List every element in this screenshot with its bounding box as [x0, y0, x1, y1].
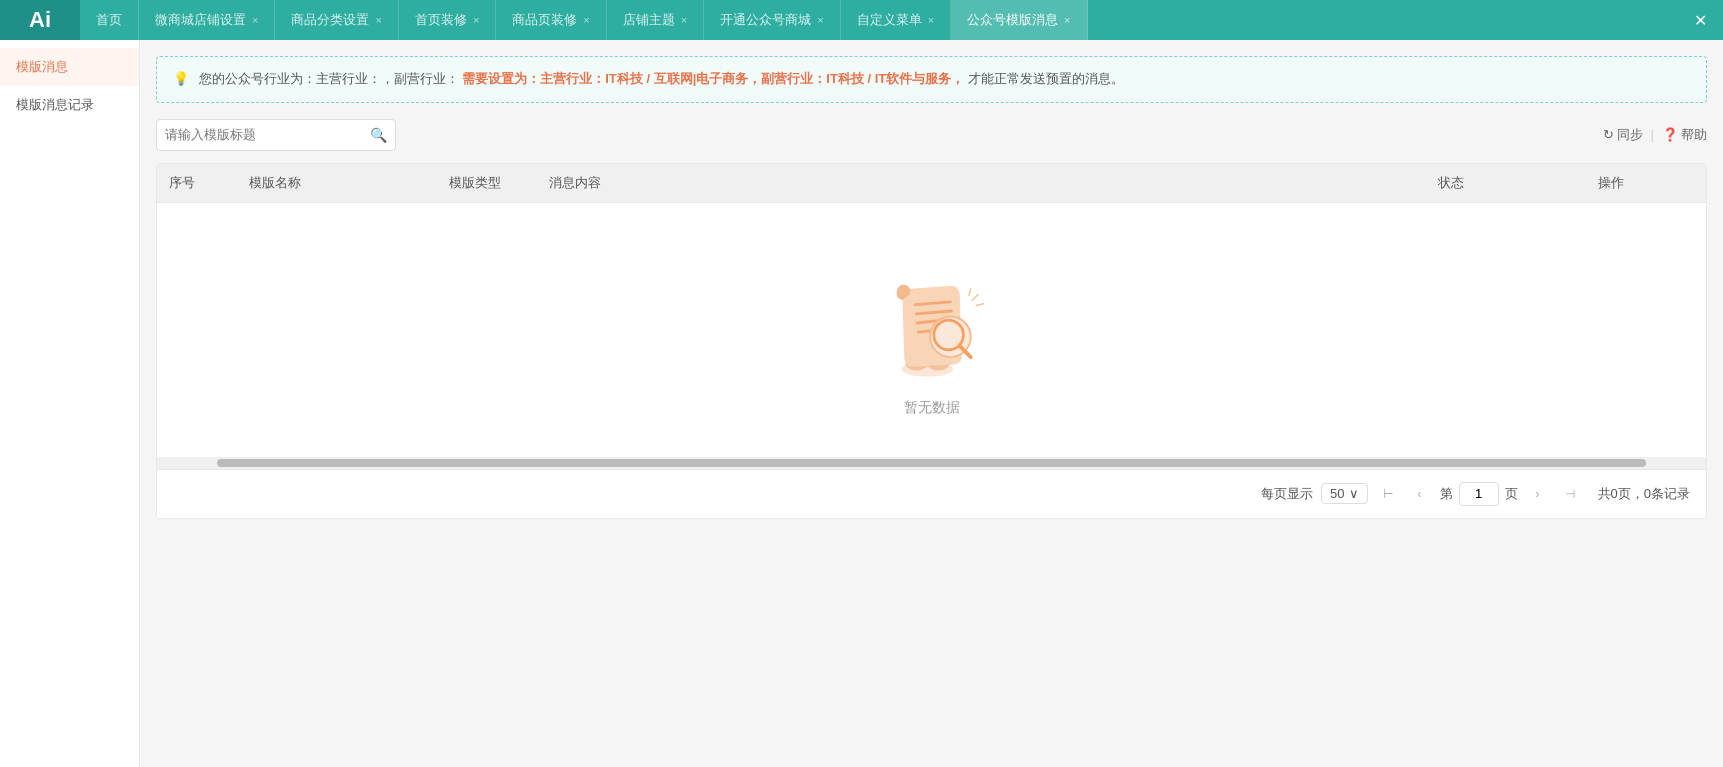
- per-page-value: 50: [1330, 486, 1344, 501]
- col-header-status: 状态: [1426, 164, 1586, 202]
- top-nav: Ai 首页微商城店铺设置×商品分类设置×首页装修×商品页装修×店铺主题×开通公众…: [0, 0, 1723, 40]
- search-icon[interactable]: 🔍: [370, 127, 387, 143]
- nav-tab-close-open-mall[interactable]: ×: [817, 14, 823, 26]
- col-header-name: 模版名称: [237, 164, 437, 202]
- help-button[interactable]: ❓ 帮助: [1662, 126, 1707, 144]
- svg-line-8: [972, 294, 978, 300]
- horizontal-scrollbar[interactable]: [157, 457, 1706, 469]
- pagination: 每页显示 50 ∨ ⊢ ‹ 第 页 › ⊣ 共0页，0条记录: [157, 469, 1706, 518]
- main-layout: 模版消息模版消息记录 💡 您的公众号行业为：主营行业：，副营行业： 需要设置为：…: [0, 40, 1723, 767]
- page-word: 第: [1440, 485, 1453, 503]
- toolbar-right: ↻ 同步 | ❓ 帮助: [1603, 126, 1707, 144]
- search-bar-row: 🔍 ↻ 同步 | ❓ 帮助: [156, 119, 1707, 151]
- nav-tab-close-template-msg[interactable]: ×: [1064, 14, 1070, 26]
- help-icon: ❓: [1662, 127, 1678, 142]
- data-table: 序号 模版名称 模版类型 消息内容 状态 操作: [156, 163, 1707, 519]
- sidebar: 模版消息模版消息记录: [0, 40, 140, 767]
- nav-tab-home-decoration[interactable]: 首页装修×: [399, 0, 496, 40]
- current-page-input[interactable]: [1459, 482, 1499, 506]
- toolbar-divider: |: [1651, 127, 1654, 142]
- help-label: 帮助: [1681, 126, 1707, 144]
- per-page-dropdown-icon: ∨: [1349, 486, 1359, 501]
- per-page-select[interactable]: 50 ∨: [1321, 483, 1367, 504]
- nav-tab-shop-settings[interactable]: 微商城店铺设置×: [139, 0, 275, 40]
- nav-tab-category-settings[interactable]: 商品分类设置×: [275, 0, 398, 40]
- sync-label: 同步: [1617, 126, 1643, 144]
- search-input[interactable]: [165, 127, 370, 142]
- empty-illustration: [872, 263, 992, 383]
- logo-text: Ai: [29, 7, 51, 33]
- nav-tab-product-decoration[interactable]: 商品页装修×: [496, 0, 606, 40]
- scrollbar-thumb[interactable]: [217, 459, 1646, 467]
- banner-prefix: 您的公众号行业为：主营行业：，副营行业：: [199, 71, 459, 86]
- col-header-content: 消息内容: [537, 164, 1426, 202]
- empty-state: 暂无数据: [157, 203, 1706, 457]
- col-header-action: 操作: [1586, 164, 1706, 202]
- nav-tab-home[interactable]: 首页: [80, 0, 139, 40]
- nav-tab-custom-menu[interactable]: 自定义菜单×: [841, 0, 951, 40]
- nav-tab-close-home-decoration[interactable]: ×: [473, 14, 479, 26]
- bulb-icon: 💡: [173, 71, 189, 86]
- nav-tab-open-mall[interactable]: 开通公众号商城×: [704, 0, 840, 40]
- first-page-button[interactable]: ⊢: [1376, 482, 1400, 506]
- search-input-wrap[interactable]: 🔍: [156, 119, 396, 151]
- page-unit: 页: [1505, 485, 1518, 503]
- global-close-button[interactable]: ✕: [1678, 11, 1723, 30]
- per-page-label: 每页显示: [1261, 485, 1313, 503]
- nav-tab-close-category-settings[interactable]: ×: [375, 14, 381, 26]
- nav-tabs: 首页微商城店铺设置×商品分类设置×首页装修×商品页装修×店铺主题×开通公众号商城…: [80, 0, 1678, 40]
- nav-tab-shop-theme[interactable]: 店铺主题×: [607, 0, 704, 40]
- col-header-seq: 序号: [157, 164, 237, 202]
- nav-tab-close-product-decoration[interactable]: ×: [583, 14, 589, 26]
- prev-page-button[interactable]: ‹: [1408, 482, 1432, 506]
- col-header-type: 模版类型: [437, 164, 537, 202]
- sync-button[interactable]: ↻ 同步: [1603, 126, 1643, 144]
- sync-icon: ↻: [1603, 127, 1614, 142]
- nav-tab-template-msg[interactable]: 公众号模版消息×: [951, 0, 1087, 40]
- last-page-button[interactable]: ⊣: [1558, 482, 1582, 506]
- banner-highlight: 需要设置为：主营行业：IT科技 / 互联网|电子商务，副营行业：IT科技 / I…: [462, 71, 964, 86]
- table-header: 序号 模版名称 模版类型 消息内容 状态 操作: [157, 164, 1706, 203]
- nav-tab-close-shop-theme[interactable]: ×: [681, 14, 687, 26]
- svg-line-10: [968, 289, 970, 295]
- next-page-button[interactable]: ›: [1526, 482, 1550, 506]
- nav-tab-close-shop-settings[interactable]: ×: [252, 14, 258, 26]
- app-logo: Ai: [0, 0, 80, 40]
- content-area: 💡 您的公众号行业为：主营行业：，副营行业： 需要设置为：主营行业：IT科技 /…: [140, 40, 1723, 767]
- banner-suffix: 才能正常发送预置的消息。: [968, 71, 1124, 86]
- sidebar-item-template-msg[interactable]: 模版消息: [0, 48, 139, 86]
- info-banner: 💡 您的公众号行业为：主营行业：，副营行业： 需要设置为：主营行业：IT科技 /…: [156, 56, 1707, 103]
- empty-text: 暂无数据: [904, 399, 960, 417]
- sidebar-item-template-msg-records[interactable]: 模版消息记录: [0, 86, 139, 124]
- page-input-area: 第 页: [1440, 482, 1518, 506]
- total-info: 共0页，0条记录: [1598, 485, 1690, 503]
- nav-tab-close-custom-menu[interactable]: ×: [928, 14, 934, 26]
- svg-line-9: [976, 303, 983, 305]
